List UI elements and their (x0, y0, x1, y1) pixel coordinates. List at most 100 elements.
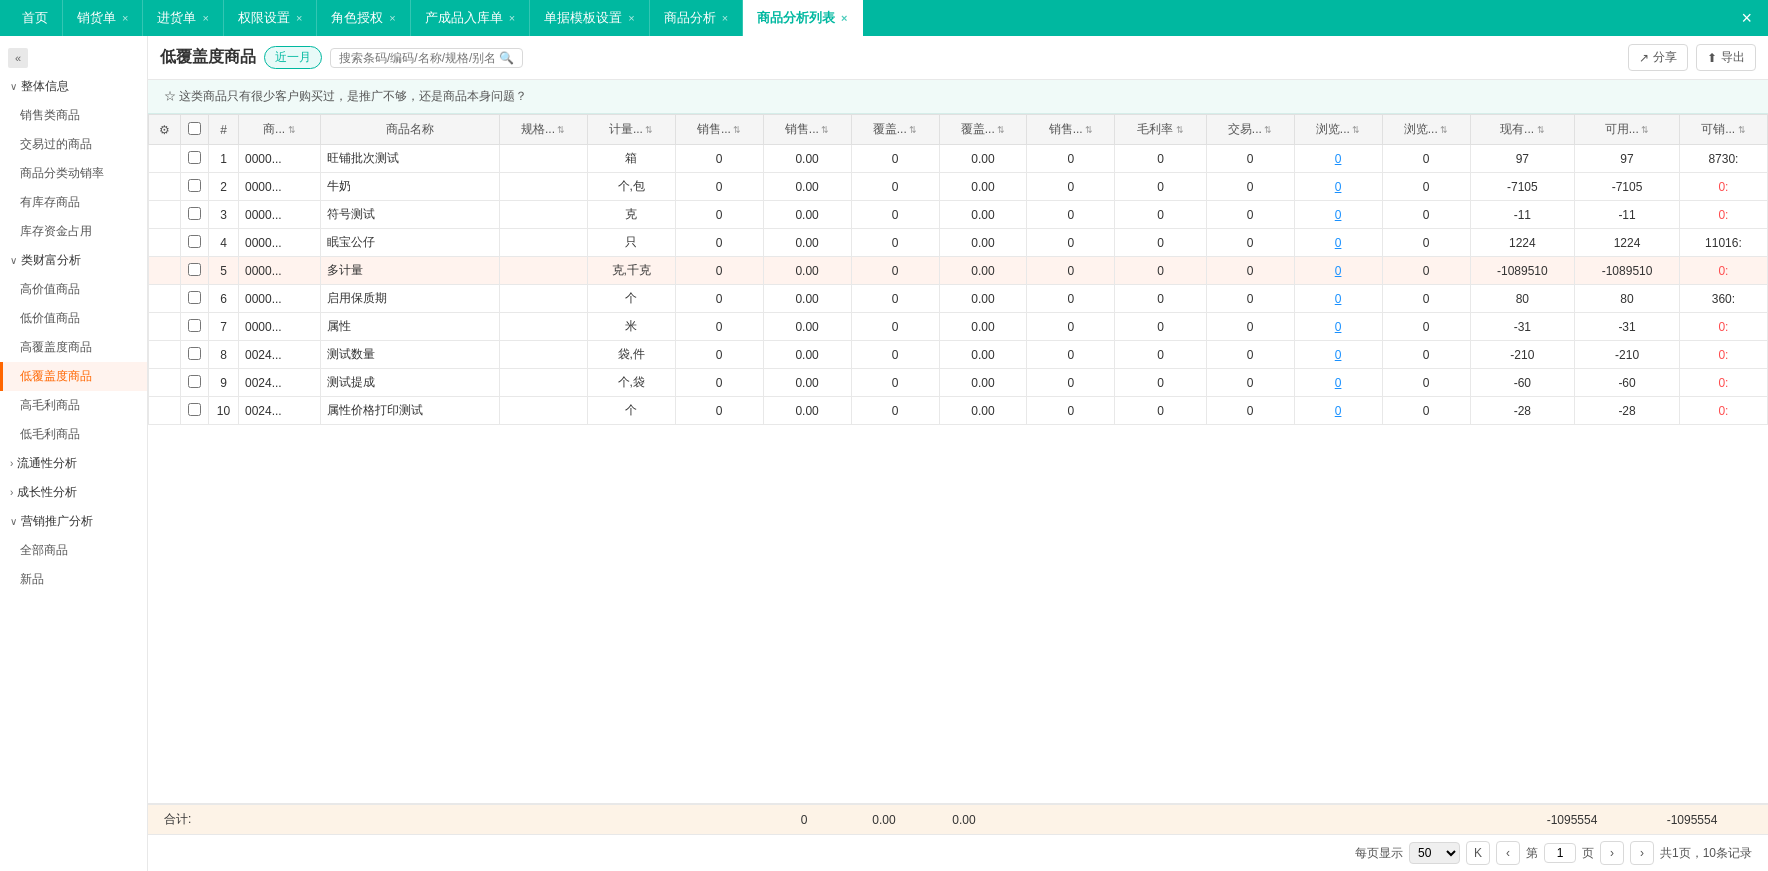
sidebar-section-growth[interactable]: › 成长性分析 (0, 478, 147, 507)
th-cover2[interactable]: 覆盖... (939, 115, 1027, 145)
close-template-icon[interactable]: × (628, 12, 634, 24)
th-sale-qty[interactable]: 销售... (675, 115, 763, 145)
cell-check[interactable] (181, 173, 209, 201)
nav-goods-analysis-list[interactable]: 商品分析列表 × (743, 0, 862, 36)
nav-production[interactable]: 产成品入库单 × (411, 0, 530, 36)
row-checkbox[interactable] (188, 347, 201, 360)
export-button[interactable]: ⬆ 导出 (1696, 44, 1756, 71)
cell-check[interactable] (181, 201, 209, 229)
nav-purchase[interactable]: 进货单 × (143, 0, 223, 36)
nav-sales[interactable]: 销货单 × (63, 0, 143, 36)
sidebar-item-stock-capital[interactable]: 库存资金占用 (0, 217, 147, 246)
th-cover1[interactable]: 覆盖... (851, 115, 939, 145)
th-view1[interactable]: 浏览... (1294, 115, 1382, 145)
row-checkbox[interactable] (188, 207, 201, 220)
next-page-button[interactable]: › (1600, 841, 1624, 865)
close-sales-icon[interactable]: × (122, 12, 128, 24)
page-input[interactable] (1544, 843, 1576, 863)
sidebar-item-traded-goods[interactable]: 交易过的商品 (0, 130, 147, 159)
sidebar-section-overall[interactable]: ∨ 整体信息 (0, 72, 147, 101)
cell-check[interactable] (181, 229, 209, 257)
th-settings[interactable]: ⚙ (149, 115, 181, 145)
select-all-checkbox[interactable] (188, 122, 201, 135)
nav-home[interactable]: 首页 (8, 0, 63, 36)
th-trade[interactable]: 交易... (1206, 115, 1294, 145)
close-list-icon[interactable]: × (841, 12, 847, 24)
cell-view1[interactable]: 0 (1294, 341, 1382, 369)
sidebar-item-category-rate[interactable]: 商品分类动销率 (0, 159, 147, 188)
sidebar-section-flow[interactable]: › 流通性分析 (0, 449, 147, 478)
cell-num: 5 (209, 257, 239, 285)
cell-view1[interactable]: 0 (1294, 145, 1382, 173)
th-name[interactable]: 商品名称 (320, 115, 499, 145)
th-saleable[interactable]: 可销... (1679, 115, 1767, 145)
cell-view1[interactable]: 0 (1294, 173, 1382, 201)
row-checkbox[interactable] (188, 403, 201, 416)
period-button[interactable]: 近一月 (264, 46, 322, 69)
cell-view1[interactable]: 0 (1294, 229, 1382, 257)
sidebar-collapse-button[interactable]: « (8, 48, 28, 68)
row-checkbox[interactable] (188, 263, 201, 276)
cell-check[interactable] (181, 257, 209, 285)
search-input[interactable] (339, 51, 499, 65)
nav-roles[interactable]: 角色授权 × (317, 0, 410, 36)
sidebar-item-low-coverage[interactable]: 低覆盖度商品 (0, 362, 147, 391)
th-sale3[interactable]: 销售... (1027, 115, 1115, 145)
row-checkbox[interactable] (188, 319, 201, 332)
th-check[interactable] (181, 115, 209, 145)
close-roles-icon[interactable]: × (389, 12, 395, 24)
nav-permissions[interactable]: 权限设置 × (224, 0, 317, 36)
row-checkbox[interactable] (188, 151, 201, 164)
close-goods-analysis-icon[interactable]: × (722, 12, 728, 24)
cell-check[interactable] (181, 341, 209, 369)
sidebar-item-all-goods[interactable]: 全部商品 (0, 536, 147, 565)
cell-check[interactable] (181, 313, 209, 341)
cell-check[interactable] (181, 145, 209, 173)
cell-check[interactable] (181, 397, 209, 425)
th-spec[interactable]: 规格... (499, 115, 587, 145)
sidebar-item-low-margin[interactable]: 低毛利商品 (0, 420, 147, 449)
th-current[interactable]: 现有... (1470, 115, 1575, 145)
cell-view1[interactable]: 0 (1294, 313, 1382, 341)
sidebar-section-marketing[interactable]: ∨ 营销推广分析 (0, 507, 147, 536)
sidebar-item-high-coverage[interactable]: 高覆盖度商品 (0, 333, 147, 362)
cell-check[interactable] (181, 285, 209, 313)
page-size-select[interactable]: 20 50 100 (1409, 842, 1460, 864)
nav-template[interactable]: 单据模板设置 × (530, 0, 649, 36)
prev-page-button[interactable]: ‹ (1496, 841, 1520, 865)
th-available[interactable]: 可用... (1575, 115, 1680, 145)
cell-check[interactable] (181, 369, 209, 397)
row-checkbox[interactable] (188, 235, 201, 248)
cell-view1[interactable]: 0 (1294, 257, 1382, 285)
search-icon[interactable]: 🔍 (499, 51, 514, 65)
window-close-button[interactable]: × (1733, 8, 1760, 29)
row-checkbox[interactable] (188, 291, 201, 304)
first-page-button[interactable]: K (1466, 841, 1490, 865)
sidebar-item-high-margin[interactable]: 高毛利商品 (0, 391, 147, 420)
row-checkbox[interactable] (188, 375, 201, 388)
sidebar-item-stock-goods[interactable]: 有库存商品 (0, 188, 147, 217)
cell-view1[interactable]: 0 (1294, 397, 1382, 425)
close-purchase-icon[interactable]: × (202, 12, 208, 24)
row-checkbox[interactable] (188, 179, 201, 192)
th-margin[interactable]: 毛利率 (1115, 115, 1206, 145)
sidebar-item-low-value[interactable]: 低价值商品 (0, 304, 147, 333)
cell-view1[interactable]: 0 (1294, 369, 1382, 397)
sidebar-item-high-value[interactable]: 高价值商品 (0, 275, 147, 304)
total-cover2: 0.00 (924, 813, 1004, 827)
share-button[interactable]: ↗ 分享 (1628, 44, 1688, 71)
th-code[interactable]: 商... (239, 115, 321, 145)
sidebar-item-new-goods[interactable]: 新品 (0, 565, 147, 594)
th-unit[interactable]: 计量... (587, 115, 675, 145)
th-view2[interactable]: 浏览... (1382, 115, 1470, 145)
last-page-button[interactable]: › (1630, 841, 1654, 865)
sidebar-item-sales-goods[interactable]: 销售类商品 (0, 101, 147, 130)
close-production-icon[interactable]: × (509, 12, 515, 24)
th-sale-amt[interactable]: 销售... (763, 115, 851, 145)
cell-view1[interactable]: 0 (1294, 285, 1382, 313)
cell-view1[interactable]: 0 (1294, 201, 1382, 229)
table-row: 10 0024... 属性价格打印测试 个 0 0.00 0 0.00 0 0 … (149, 397, 1768, 425)
close-permissions-icon[interactable]: × (296, 12, 302, 24)
nav-goods-analysis[interactable]: 商品分析 × (650, 0, 743, 36)
sidebar-section-wealth[interactable]: ∨ 类财富分析 (0, 246, 147, 275)
